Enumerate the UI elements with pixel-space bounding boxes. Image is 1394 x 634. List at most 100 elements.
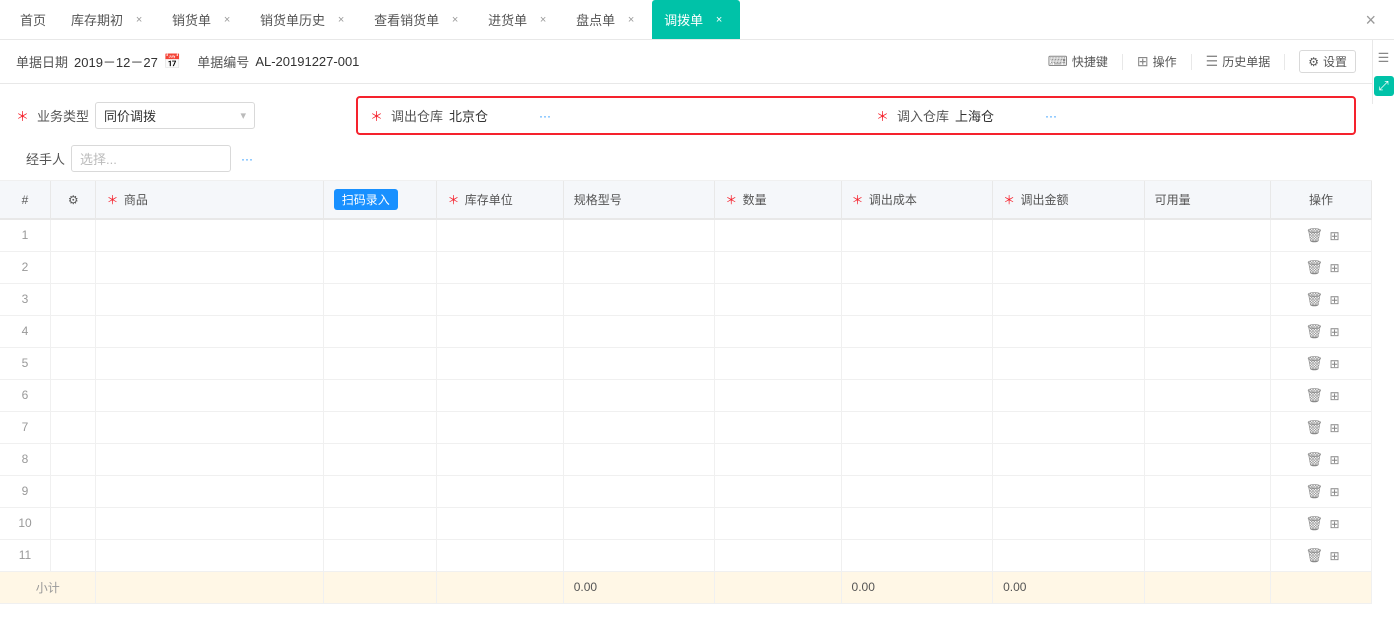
row-index: 9 (0, 475, 51, 507)
tab-sales-history[interactable]: 销货单历史 × (248, 0, 362, 39)
subtotal-quantity: 0.00 (563, 571, 715, 603)
tab-close-inventory-init[interactable]: × (131, 12, 147, 28)
document-header: 单据日期 2019－12－27 📅 单据编号 AL-20191227-001 ⌨… (0, 40, 1372, 84)
calendar-icon[interactable]: 📅 (164, 53, 181, 70)
warehouse-box: ＊ 调出仓库 北京仓 ··· ＊ 调入仓库 上海仓 ··· (356, 96, 1356, 135)
copy-icon[interactable]: ⊞ (1329, 261, 1339, 275)
col-quantity: ＊ 数量 (715, 181, 841, 219)
operation-icon: ⊞ (1137, 53, 1149, 70)
number-field: 单据编号 AL-20191227-001 (197, 52, 359, 71)
scan-btn[interactable]: 扫码录入 (334, 189, 398, 210)
subtotal-amount: 0.00 (993, 571, 1145, 603)
divider-3 (1284, 54, 1285, 70)
tab-close-transfer[interactable]: × (711, 12, 727, 28)
tab-inventory-init[interactable]: 库存期初 × (59, 0, 160, 39)
tab-home[interactable]: 首页 (8, 0, 59, 39)
tab-purchase[interactable]: 进货单 × (476, 0, 564, 39)
date-value: 2019－12－27 (74, 52, 158, 71)
copy-icon[interactable]: ⊞ (1329, 357, 1339, 371)
right-sidebar: ☰ ⤢ (1372, 40, 1394, 104)
col-gear[interactable]: ⚙ (51, 181, 96, 219)
page-wrapper: 首页 库存期初 × 销货单 × 销货单历史 × 查看销货单 × 进货单 × 盘点… (0, 0, 1394, 634)
warehouse-out-field: ＊ 调出仓库 北京仓 ··· (370, 106, 836, 125)
delete-icon[interactable]: 🗑 (1305, 323, 1323, 339)
row-actions: 🗑 ⊞ (1270, 283, 1371, 315)
copy-icon[interactable]: ⊞ (1329, 389, 1339, 403)
delete-icon[interactable]: 🗑 (1305, 515, 1323, 531)
delete-icon[interactable]: 🗑 (1305, 355, 1323, 371)
business-type-select[interactable]: 同价调拨 ▾ (95, 102, 255, 129)
number-label: 单据编号 (197, 52, 249, 71)
row-actions: 🗑 ⊞ (1270, 379, 1371, 411)
row-actions: 🗑 ⊞ (1270, 539, 1371, 571)
copy-icon[interactable]: ⊞ (1329, 229, 1339, 243)
delete-icon[interactable]: 🗑 (1305, 483, 1323, 499)
tab-sales-order[interactable]: 销货单 × (160, 0, 248, 39)
copy-icon[interactable]: ⊞ (1329, 293, 1339, 307)
col-product: ＊ 商品 (96, 181, 323, 219)
tab-view-sales[interactable]: 查看销货单 × (362, 0, 476, 39)
handler-more-btn[interactable]: ··· (237, 152, 257, 166)
row-index: 2 (0, 251, 51, 283)
tab-bar: 首页 库存期初 × 销货单 × 销货单历史 × 查看销货单 × 进货单 × 盘点… (0, 0, 1394, 40)
gear-icon[interactable]: ⚙ (68, 193, 79, 207)
tab-inventory[interactable]: 盘点单 × (564, 0, 652, 39)
table-row: 10 🗑 ⊞ (0, 507, 1372, 539)
row-actions: 🗑 ⊞ (1270, 507, 1371, 539)
col-index: # (0, 181, 51, 219)
warehouse-out-label: 调出仓库 (391, 106, 443, 125)
tab-close-sales-order[interactable]: × (219, 12, 235, 28)
subtotal-label: 小计 (0, 571, 96, 603)
delete-icon[interactable]: 🗑 (1305, 291, 1323, 307)
col-unit: ＊ 库存单位 (437, 181, 563, 219)
tab-close-sales-history[interactable]: × (333, 12, 349, 28)
table-row: 11 🗑 ⊞ (0, 539, 1372, 571)
tab-transfer[interactable]: 调拨单 × (652, 0, 740, 39)
copy-icon[interactable]: ⊞ (1329, 517, 1339, 531)
table-row: 1 🗑 ⊞ (0, 219, 1372, 251)
header-actions: ⌨ 快捷键 ⊞ 操作 ☰ 历史单据 ⚙ 设置 (1048, 50, 1356, 73)
history-btn[interactable]: ☰ 历史单据 (1206, 53, 1271, 70)
shortcut-btn[interactable]: ⌨ 快捷键 (1048, 53, 1108, 70)
warehouse-in-more-btn[interactable]: ··· (1041, 109, 1061, 123)
subtotal-cost: 0.00 (841, 571, 993, 603)
tab-close-view-sales[interactable]: × (447, 12, 463, 28)
settings-gear-icon: ⚙ (1308, 55, 1319, 69)
tab-close-purchase[interactable]: × (535, 12, 551, 28)
delete-icon[interactable]: 🗑 (1305, 547, 1323, 563)
sidebar-expand-icon[interactable]: ⤢ (1374, 76, 1394, 96)
row-index: 1 (0, 219, 51, 251)
row-index: 6 (0, 379, 51, 411)
copy-icon[interactable]: ⊞ (1329, 421, 1339, 435)
sidebar-list-icon[interactable]: ☰ (1374, 48, 1394, 68)
row-actions: 🗑 ⊞ (1270, 443, 1371, 475)
table-row: 2 🗑 ⊞ (0, 251, 1372, 283)
required-star-warehouse-out: ＊ (370, 106, 383, 125)
delete-icon[interactable]: 🗑 (1305, 259, 1323, 275)
required-star-warehouse-in: ＊ (876, 106, 889, 125)
delete-icon[interactable]: 🗑 (1305, 419, 1323, 435)
settings-button[interactable]: ⚙ 设置 (1299, 50, 1356, 73)
col-scan[interactable]: 扫码录入 (323, 181, 437, 219)
required-star-business: ＊ (16, 106, 29, 125)
copy-icon[interactable]: ⊞ (1329, 325, 1339, 339)
copy-icon[interactable]: ⊞ (1329, 549, 1339, 563)
close-all-icon[interactable]: × (1355, 0, 1386, 40)
delete-icon[interactable]: 🗑 (1305, 227, 1323, 243)
row-actions: 🗑 ⊞ (1270, 315, 1371, 347)
copy-icon[interactable]: ⊞ (1329, 453, 1339, 467)
table-row: 5 🗑 ⊞ (0, 347, 1372, 379)
handler-label: 经手人 (26, 149, 65, 168)
divider-1 (1122, 54, 1123, 70)
copy-icon[interactable]: ⊞ (1329, 485, 1339, 499)
handler-select[interactable]: 选择... (71, 145, 231, 172)
warehouse-out-more-btn[interactable]: ··· (535, 109, 555, 123)
delete-icon[interactable]: 🗑 (1305, 387, 1323, 403)
tab-close-inventory[interactable]: × (623, 12, 639, 28)
operation-btn[interactable]: ⊞ 操作 (1137, 53, 1177, 70)
warehouse-out-value: 北京仓 (449, 106, 529, 125)
row-index: 10 (0, 507, 51, 539)
divider-2 (1191, 54, 1192, 70)
delete-icon[interactable]: 🗑 (1305, 451, 1323, 467)
col-amount: ＊ 调出金额 (993, 181, 1145, 219)
